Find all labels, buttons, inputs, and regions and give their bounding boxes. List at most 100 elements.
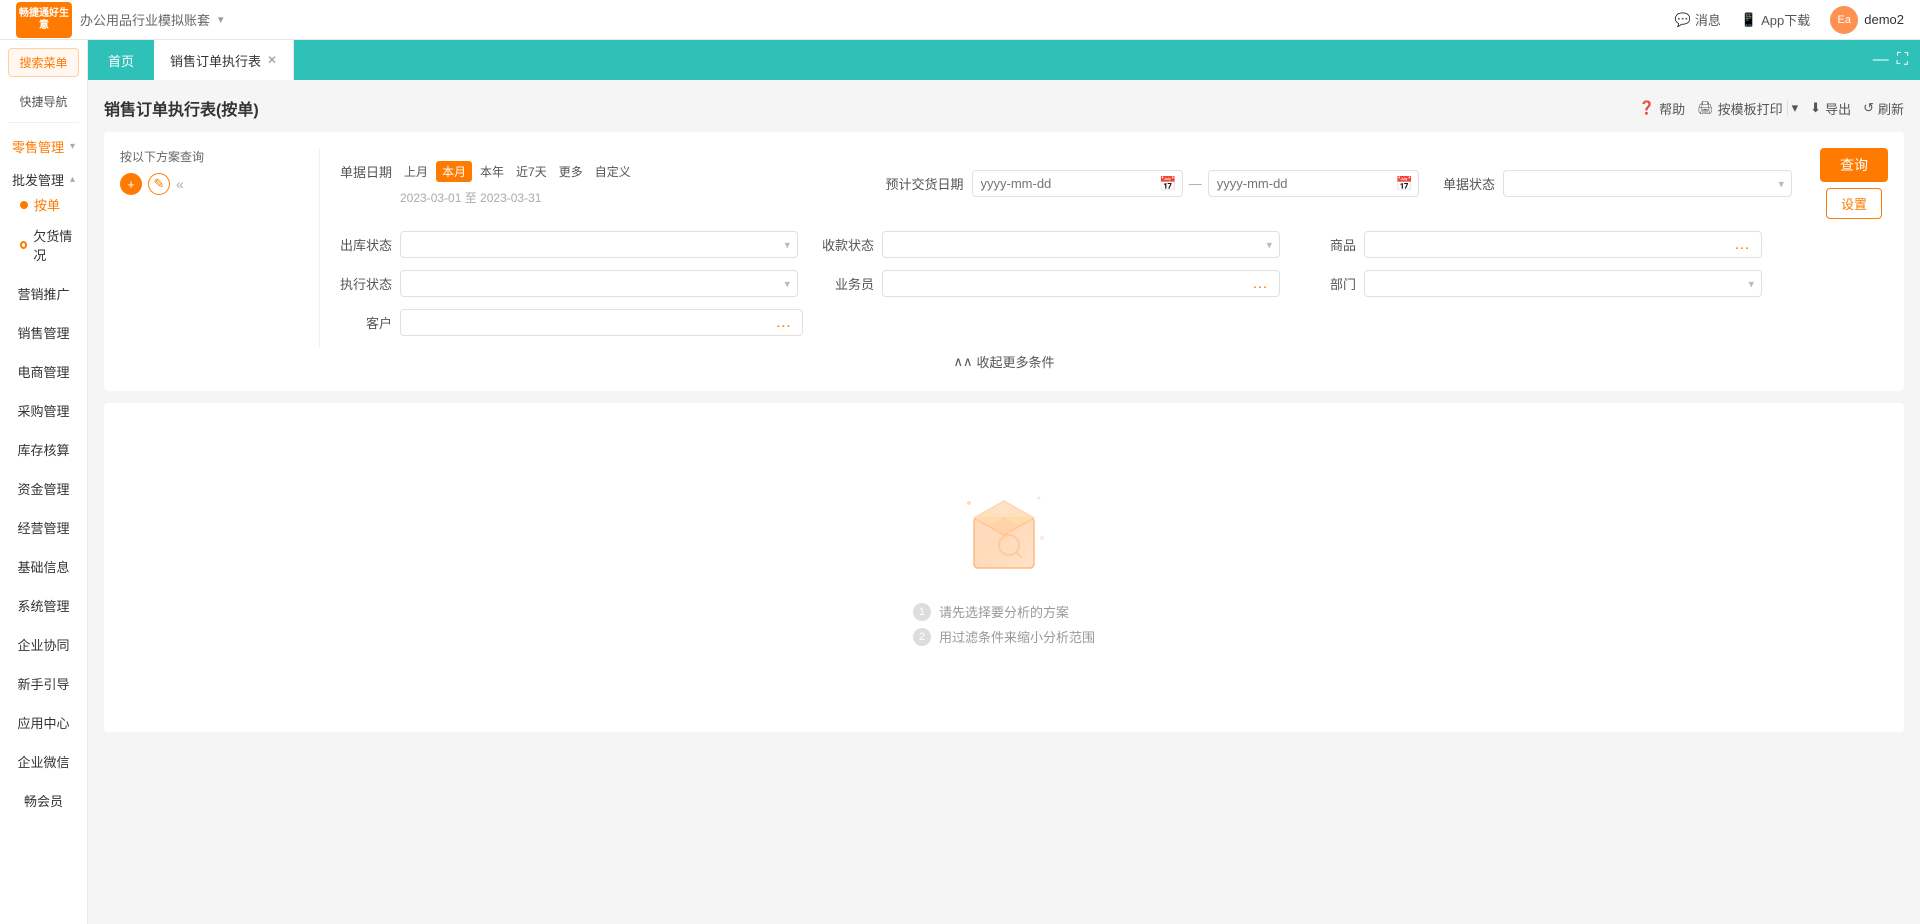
- date-label: 单据日期: [332, 162, 392, 181]
- main-layout: 搜索菜单 快捷导航 零售管理 ▾ 批发管理 ▴ 按单 欠货情况: [0, 40, 1920, 924]
- collapse-more-btn[interactable]: ∧∧ 收起更多条件: [953, 352, 1054, 371]
- date-tab-more[interactable]: 更多: [555, 161, 587, 182]
- debt-label: 欠货情况: [33, 226, 75, 264]
- salesman-input[interactable]: [882, 270, 1280, 297]
- logo: 畅捷通好生意: [16, 2, 72, 38]
- sidebar-item-system-label: 系统管理: [17, 596, 69, 615]
- expected-date-end[interactable]: [1208, 170, 1419, 197]
- date-tab-this-month[interactable]: 本月: [436, 161, 472, 182]
- sidebar-item-finance[interactable]: 资金管理: [0, 469, 87, 508]
- sidebar-item-appstore-label: 应用中心: [17, 713, 69, 732]
- tab-maximize-btn[interactable]: ⛶: [1897, 51, 1908, 69]
- sidebar-item-inventory[interactable]: 库存核算: [0, 430, 87, 469]
- sub-item-debt[interactable]: 欠货情况: [20, 220, 75, 270]
- print-btn[interactable]: 🖨 按模板打印 ▾: [1697, 99, 1798, 118]
- tab-home[interactable]: 首页: [88, 40, 154, 80]
- sidebar-item-appstore[interactable]: 应用中心: [0, 703, 87, 742]
- sidebar-item-system[interactable]: 系统管理: [0, 586, 87, 625]
- app-download-btn[interactable]: 📱 App下载: [1741, 10, 1810, 29]
- order-status-select[interactable]: [1503, 170, 1792, 197]
- date-tab-this-year[interactable]: 本年: [476, 161, 508, 182]
- step-2-text: 用过滤条件来缩小分析范围: [939, 627, 1095, 646]
- exec-status-select[interactable]: [400, 270, 798, 297]
- press-order-dot: [20, 201, 28, 209]
- collapse-more-row: ∧∧ 收起更多条件: [120, 348, 1888, 375]
- empty-steps: 1 请先选择要分析的方案 2 用过滤条件来缩小分析范围: [913, 602, 1095, 652]
- customer-input-wrapper: …: [400, 309, 803, 336]
- debt-dot: [20, 241, 27, 249]
- search-menu-btn[interactable]: 搜索菜单: [8, 48, 79, 77]
- collect-status-select-wrapper: ▾: [882, 231, 1280, 258]
- message-btn[interactable]: 💬 消息: [1675, 10, 1721, 29]
- collapse-sidebar-btn[interactable]: «: [176, 176, 184, 192]
- goods-input-wrapper: …: [1364, 231, 1762, 258]
- sidebar-item-member[interactable]: 畅会员: [0, 781, 87, 820]
- sidebar-item-retail[interactable]: 零售管理 ▾: [0, 127, 87, 166]
- date-tab-7days[interactable]: 近7天: [512, 161, 551, 182]
- sidebar-item-operation[interactable]: 经营管理: [0, 508, 87, 547]
- step-2-num: 2: [913, 628, 931, 646]
- sidebar-item-basic[interactable]: 基础信息: [0, 547, 87, 586]
- filter-row-4: 客户 …: [332, 309, 1888, 336]
- sidebar-item-enterprise[interactable]: 企业协同: [0, 625, 87, 664]
- help-btn[interactable]: ❓ 帮助: [1639, 99, 1685, 118]
- date-tab-custom[interactable]: 自定义: [591, 161, 635, 182]
- sidebar-item-marketing[interactable]: 营销推广: [0, 274, 87, 313]
- dept-field: 部门 ▾: [1296, 270, 1762, 297]
- date-tabs: 上月 本月 本年 近7天 更多 自定义: [400, 161, 635, 182]
- sidebar-item-enterprise-label: 企业协同: [17, 635, 69, 654]
- expected-date-start-icon[interactable]: 📅: [1159, 175, 1176, 192]
- expected-date-start[interactable]: [972, 170, 1183, 197]
- topbar-left: 畅捷通好生意 办公用品行业模拟账套 ▾: [16, 2, 224, 38]
- print-label: 按模板打印: [1718, 99, 1783, 118]
- goods-input[interactable]: [1364, 231, 1762, 258]
- sidebar-item-newbie[interactable]: 新手引导: [0, 664, 87, 703]
- empty-state: 1 请先选择要分析的方案 2 用过滤条件来缩小分析范围: [104, 403, 1904, 732]
- refresh-btn[interactable]: ↺ 刷新: [1863, 99, 1904, 118]
- date-tab-last-month[interactable]: 上月: [400, 161, 432, 182]
- goods-dots-btn[interactable]: …: [1730, 236, 1754, 254]
- customer-dots-btn[interactable]: …: [771, 314, 795, 332]
- sidebar-item-purchase-label: 采购管理: [17, 401, 69, 420]
- tab-minimize-btn[interactable]: —: [1873, 51, 1889, 69]
- tab-bar-actions: — ⛶: [1861, 51, 1920, 69]
- sidebar-item-sales[interactable]: 销售管理: [0, 313, 87, 352]
- out-status-select[interactable]: [400, 231, 798, 258]
- sub-item-press-order[interactable]: 按单: [20, 189, 75, 220]
- dept-select[interactable]: [1364, 270, 1762, 297]
- collect-status-select[interactable]: [882, 231, 1280, 258]
- query-btn[interactable]: 查询: [1820, 148, 1888, 182]
- app-dropdown-arrow[interactable]: ▾: [218, 13, 224, 26]
- expected-date-end-icon[interactable]: 📅: [1396, 175, 1413, 192]
- export-btn[interactable]: ⬇ 导出: [1810, 99, 1851, 118]
- logo-text: 畅捷通好生意: [16, 8, 72, 32]
- page-actions: ❓ 帮助 🖨 按模板打印 ▾ ⬇ 导出 ↺ 刷新: [1639, 99, 1904, 118]
- customer-input[interactable]: [400, 309, 803, 336]
- sidebar-item-sales-label: 销售管理: [17, 323, 69, 342]
- salesman-input-wrapper: …: [882, 270, 1280, 297]
- quick-nav-btn[interactable]: 快捷导航: [0, 85, 87, 118]
- filter-sidebar: 按以下方案查询 + ✎ «: [120, 148, 320, 348]
- date-range-text: 2023-03-01 至 2023-03-31: [332, 189, 541, 206]
- refresh-icon: ↺: [1863, 100, 1874, 116]
- sidebar-item-ecommerce[interactable]: 电商管理: [0, 352, 87, 391]
- user-area[interactable]: Ea demo2: [1830, 6, 1904, 34]
- add-scheme-btn[interactable]: +: [120, 173, 142, 195]
- salesman-label: 业务员: [814, 274, 874, 293]
- out-status-select-wrapper: ▾: [400, 231, 798, 258]
- print-dropdown-arrow[interactable]: ▾: [1792, 100, 1799, 116]
- settings-btn[interactable]: 设置: [1826, 188, 1882, 219]
- salesman-dots-btn[interactable]: …: [1248, 275, 1272, 293]
- filter-panel: 按以下方案查询 + ✎ «: [104, 132, 1904, 391]
- tab-sales-order-exec[interactable]: 销售订单执行表 ✕: [154, 40, 294, 80]
- tab-close-btn[interactable]: ✕: [267, 53, 277, 67]
- sidebar-item-wholesale[interactable]: 批发管理 ▴ 按单 欠货情况: [0, 166, 87, 274]
- edit-scheme-btn[interactable]: ✎: [148, 173, 170, 195]
- print-divider: [1787, 101, 1788, 115]
- sidebar-item-purchase[interactable]: 采购管理: [0, 391, 87, 430]
- sidebar-item-wxwork[interactable]: 企业微信: [0, 742, 87, 781]
- filter-grid: 单据日期 上月 本月 本年 近7天 更多 自定义: [332, 148, 1888, 348]
- avatar: Ea: [1830, 6, 1858, 34]
- expected-date-label: 预计交货日期: [884, 174, 964, 193]
- sidebar-item-marketing-label: 营销推广: [17, 284, 69, 303]
